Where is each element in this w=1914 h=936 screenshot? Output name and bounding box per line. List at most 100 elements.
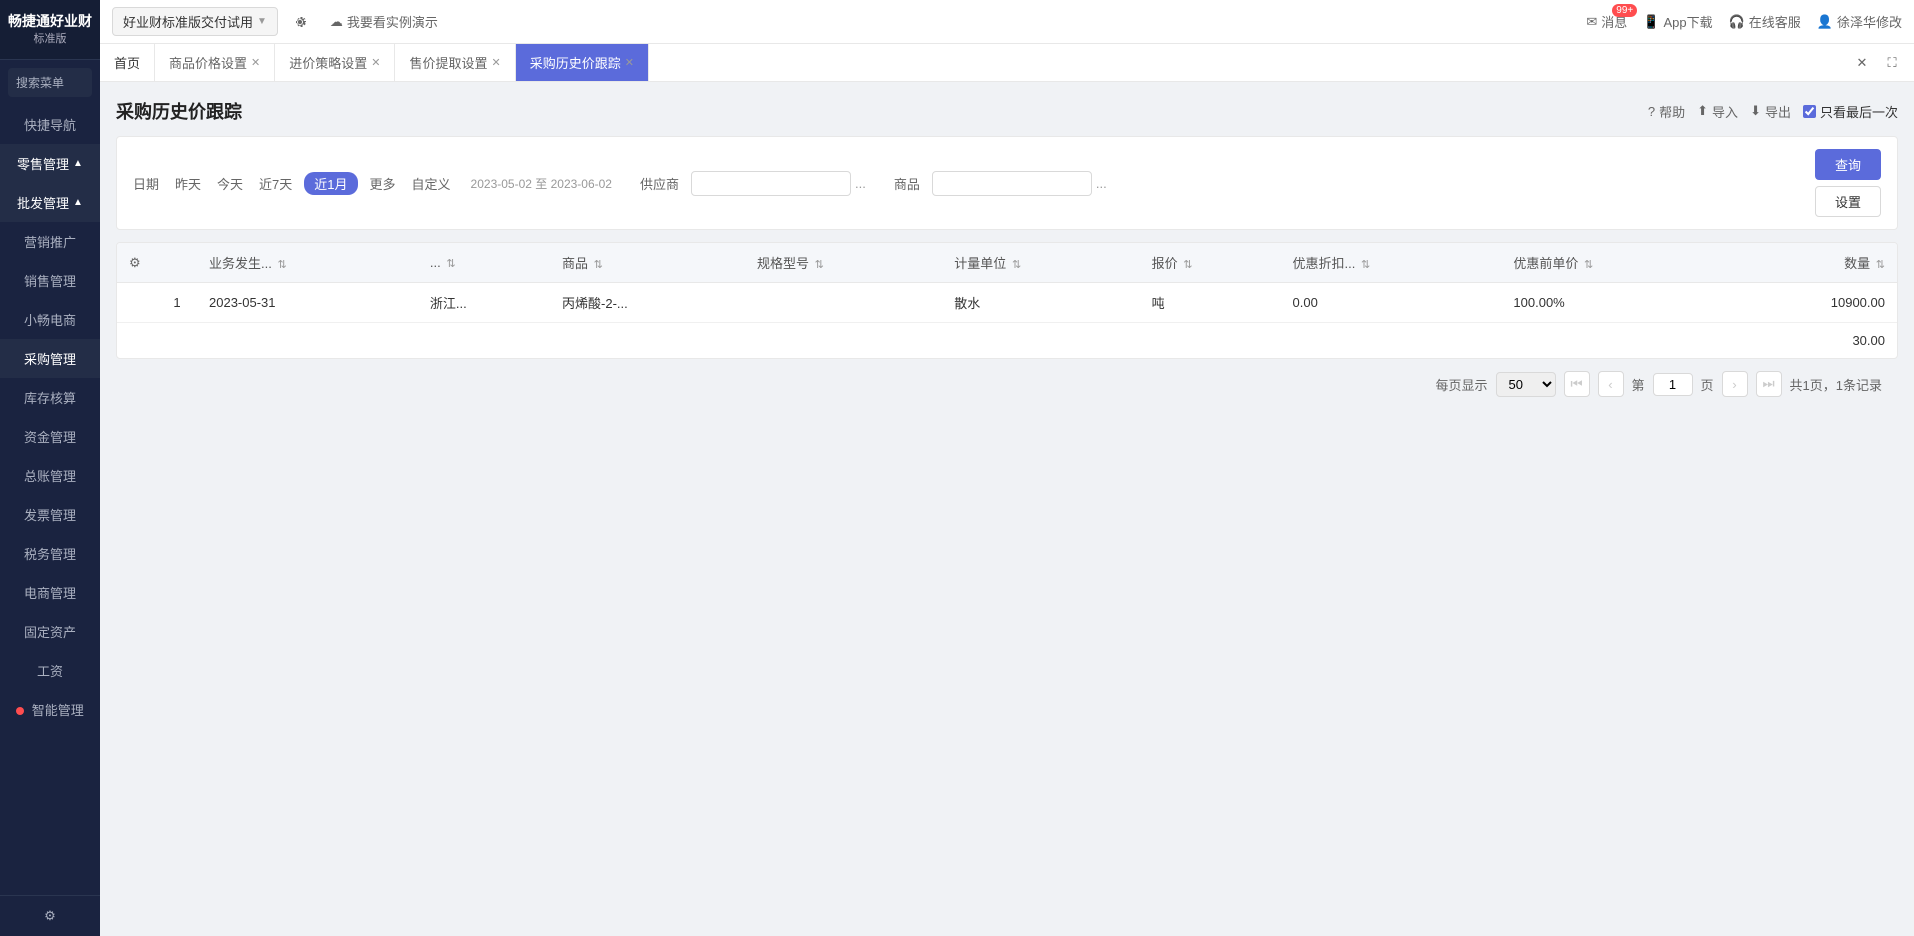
sidebar-item-inventory[interactable]: 库存核算	[0, 378, 100, 417]
tab-price-settings-close[interactable]: ✕	[251, 56, 260, 69]
sidebar-item-ecommerce-small[interactable]: 小畅电商	[0, 300, 100, 339]
import-button[interactable]: ⬆ 导入	[1697, 102, 1738, 121]
date-range-display: 2023-05-02 至 2023-06-02	[471, 175, 612, 192]
col-more-sort[interactable]: ⇅	[446, 258, 455, 270]
date-option-7days[interactable]: 近7天	[255, 172, 296, 195]
supplier-input[interactable]	[691, 171, 851, 196]
col-header-business-date[interactable]: 业务发生... ⇅	[197, 243, 418, 283]
tab-purchase-strategy-close[interactable]: ✕	[371, 56, 380, 69]
only-last-input[interactable]	[1803, 105, 1816, 118]
per-page-select[interactable]: 50 10 20 100	[1496, 372, 1556, 397]
sidebar-settings[interactable]: ⚙	[0, 895, 100, 936]
col-header-goods[interactable]: 商品 ⇅	[550, 243, 745, 283]
phone-icon: 📱	[1643, 14, 1659, 30]
goods-input[interactable]	[932, 171, 1092, 196]
date-option-today[interactable]: 今天	[213, 172, 247, 195]
sidebar-item-wholesale[interactable]: 批发管理 ▲	[0, 183, 100, 222]
goods-more-button[interactable]: ...	[1096, 176, 1107, 191]
col-header-price[interactable]: 报价 ⇅	[1140, 243, 1281, 283]
sidebar-item-retail[interactable]: 零售管理 ▲	[0, 144, 100, 183]
date-filter-label: 日期	[133, 174, 159, 193]
demo-button[interactable]: ☁ 我要看实例演示	[330, 12, 438, 31]
tab-purchase-history-close[interactable]: ✕	[625, 56, 634, 69]
purchase-label: 采购管理	[24, 352, 76, 367]
message-button[interactable]: ✉ 消息 99+	[1586, 12, 1627, 31]
supplier-more-button[interactable]: ...	[855, 176, 866, 191]
date-option-yesterday[interactable]: 昨天	[171, 172, 205, 195]
col-spec-sort[interactable]: ⇅	[815, 259, 824, 271]
col-price-sort[interactable]: ⇅	[1183, 259, 1192, 271]
only-last-label: 只看最后一次	[1820, 102, 1898, 121]
pagination-last-button[interactable]: ⏭	[1756, 371, 1782, 397]
sidebar-item-finance[interactable]: 资金管理	[0, 417, 100, 456]
intelligent-dot	[16, 707, 24, 715]
date-option-1month[interactable]: 近1月	[304, 172, 357, 195]
settings-icon[interactable]: ⚙	[44, 908, 56, 923]
sidebar-item-marketing[interactable]: 营销推广	[0, 222, 100, 261]
tab-purchase-history[interactable]: 采购历史价跟踪 ✕	[516, 44, 649, 82]
sidebar-item-invoice[interactable]: 发票管理	[0, 495, 100, 534]
export-button[interactable]: ⬇ 导出	[1750, 102, 1791, 121]
page-label: 第	[1632, 375, 1645, 394]
tab-close-button[interactable]: ✕	[1848, 49, 1876, 77]
sidebar-search[interactable]: 搜索菜单	[0, 60, 100, 105]
topbar-settings-icon[interactable]	[286, 8, 314, 36]
col-header-unit[interactable]: 计量单位 ⇅	[942, 243, 1139, 283]
main-area: 好业财标准版交付试用 ▼ ☁ 我要看实例演示 ✉ 消息 99+ 📱 App下载 …	[100, 0, 1914, 936]
sidebar-item-purchase[interactable]: 采购管理	[0, 339, 100, 378]
cell-goods: 丙烯酸-2-...	[550, 283, 745, 323]
col-unit-sort[interactable]: ⇅	[1012, 259, 1021, 271]
help-button[interactable]: ? 帮助	[1648, 102, 1685, 121]
tab-purchase-strategy[interactable]: 进价策略设置 ✕	[275, 44, 395, 82]
tab-home[interactable]: 首页	[100, 44, 155, 82]
col-header-settings[interactable]: ⚙	[117, 243, 157, 283]
query-button[interactable]: 查询	[1815, 149, 1881, 180]
sidebar-item-tax[interactable]: 税务管理	[0, 534, 100, 573]
only-last-checkbox[interactable]: 只看最后一次	[1803, 102, 1898, 121]
sidebar-item-intelligent[interactable]: 智能管理	[0, 690, 100, 729]
col-spec-label: 规格型号	[757, 256, 809, 271]
version-selector[interactable]: 好业财标准版交付试用 ▼	[112, 7, 278, 36]
user-profile-button[interactable]: 👤 徐泽华修改	[1817, 12, 1902, 31]
col-header-discount[interactable]: 优惠折扣... ⇅	[1281, 243, 1502, 283]
pagination-next-button[interactable]: ›	[1722, 371, 1748, 397]
tab-purchase-strategy-label: 进价策略设置	[289, 53, 367, 72]
pagination-first-button[interactable]: ⏮	[1564, 371, 1590, 397]
page-title: 采购历史价跟踪	[116, 98, 242, 124]
tabs-bar-right: ✕ ⛶	[1848, 49, 1914, 77]
tab-sale-extraction-close[interactable]: ✕	[492, 56, 501, 69]
export-icon: ⬇	[1750, 103, 1761, 119]
col-header-spec[interactable]: 规格型号 ⇅	[745, 243, 942, 283]
sidebar-item-ecommerce[interactable]: 电商管理	[0, 573, 100, 612]
tab-maximize-button[interactable]: ⛶	[1878, 49, 1906, 77]
page-unit: 页	[1701, 375, 1714, 394]
col-settings-icon[interactable]: ⚙	[129, 255, 141, 270]
col-header-more[interactable]: ... ⇅	[418, 243, 550, 283]
sidebar-item-ledger[interactable]: 总账管理	[0, 456, 100, 495]
col-header-original-price[interactable]: 优惠前单价 ⇅	[1501, 243, 1727, 283]
online-service-button[interactable]: 🎧 在线客服	[1729, 12, 1801, 31]
cell-settings	[117, 283, 157, 323]
filter-row: 日期 昨天 今天 近7天 近1月 更多 自定义 2023-05-02 至 202…	[133, 149, 1881, 217]
col-header-quantity[interactable]: 数量 ⇅	[1727, 243, 1897, 283]
pagination-prev-button[interactable]: ‹	[1598, 371, 1624, 397]
sidebar-item-sales[interactable]: 销售管理	[0, 261, 100, 300]
page-actions: ? 帮助 ⬆ 导入 ⬇ 导出 只看最后一次	[1648, 102, 1898, 121]
col-original-price-sort[interactable]: ⇅	[1584, 259, 1593, 271]
tab-sale-extraction[interactable]: 售价提取设置 ✕	[395, 44, 515, 82]
tab-price-settings[interactable]: 商品价格设置 ✕	[155, 44, 275, 82]
col-discount-sort[interactable]: ⇅	[1361, 259, 1370, 271]
page-input[interactable]	[1653, 373, 1693, 396]
search-menu-button[interactable]: 搜索菜单	[8, 68, 92, 97]
sidebar-item-fixed-assets[interactable]: 固定资产	[0, 612, 100, 651]
ledger-label: 总账管理	[24, 469, 76, 484]
app-download-button[interactable]: 📱 App下载	[1643, 12, 1712, 31]
sidebar-item-payroll[interactable]: 工资	[0, 651, 100, 690]
col-quantity-sort[interactable]: ⇅	[1876, 259, 1885, 271]
date-option-custom[interactable]: 自定义	[408, 172, 455, 195]
col-business-date-sort[interactable]: ⇅	[277, 259, 286, 271]
date-option-more[interactable]: 更多	[366, 172, 400, 195]
col-goods-sort[interactable]: ⇅	[594, 259, 603, 271]
filter-settings-button[interactable]: 设置	[1815, 186, 1881, 217]
sidebar-item-quick-nav[interactable]: 快捷导航	[0, 105, 100, 144]
